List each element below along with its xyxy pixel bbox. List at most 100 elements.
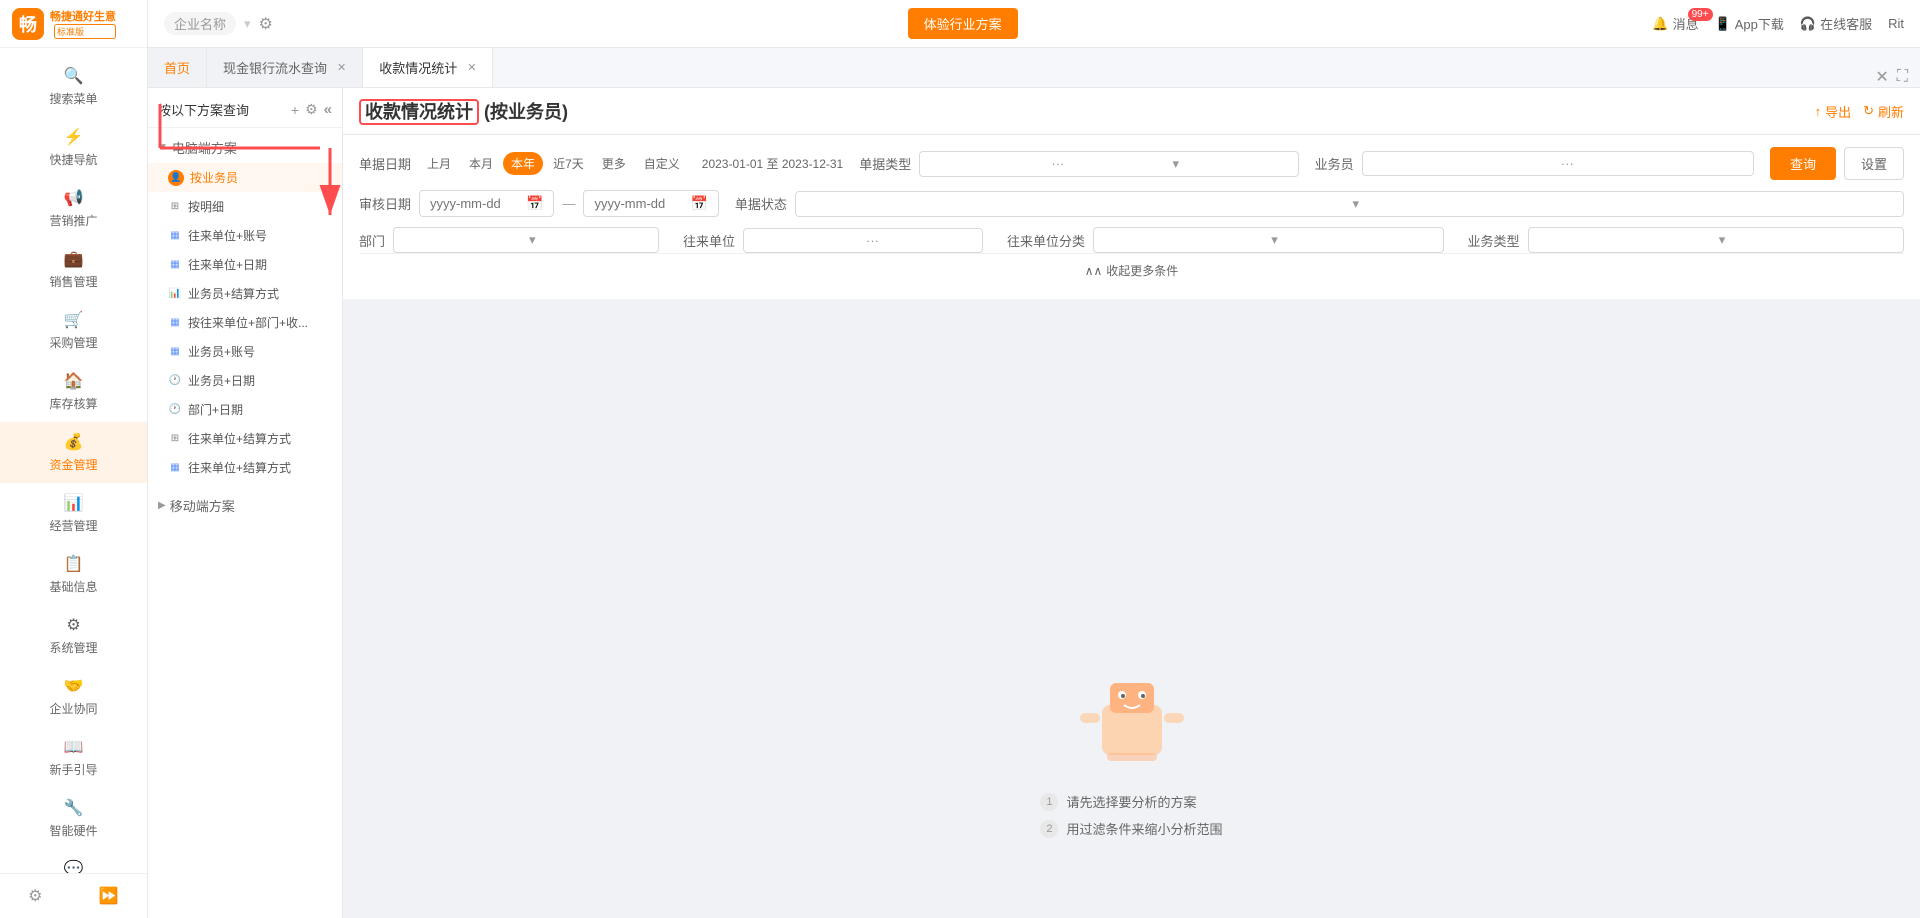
sidebar-item-sales[interactable]: 💼 销售管理 — [0, 239, 147, 300]
sidebar-item-quicknav[interactable]: ⚡ 快捷导航 — [0, 117, 147, 178]
cashflow-tab-close-icon[interactable]: ✕ — [337, 61, 346, 74]
salesperson-settle-icon: 📊 — [168, 287, 182, 301]
collection-tab-label: 收款情况统计 — [379, 58, 457, 77]
sidebar-item-basic[interactable]: 📋 基础信息 — [0, 544, 147, 605]
voucher-status-filter: 单据状态 ▾ — [735, 191, 1904, 217]
sidebar-item-label: 资金管理 — [49, 456, 97, 473]
scheme-settings-btn[interactable]: ⚙ — [305, 101, 318, 118]
date-tab-custom[interactable]: 自定义 — [636, 152, 688, 175]
salesperson-select[interactable]: ··· — [1362, 151, 1754, 176]
scheme-item-label: 按往来单位+部门+收... — [188, 314, 308, 331]
scheme-item-salesperson-settle[interactable]: 📊 业务员+结算方式 — [148, 279, 342, 308]
date-tab-lastmonth[interactable]: 上月 — [419, 152, 459, 175]
dept-filter: 部门 ▾ — [359, 227, 659, 253]
sidebar-item-guide[interactable]: 📖 新手引导 — [0, 727, 147, 788]
panel-title: 按以下方案查询 — [158, 100, 249, 119]
voucher-status-select[interactable]: ▾ — [795, 191, 1904, 217]
scheme-item-label: 按业务员 — [190, 169, 238, 186]
sidebar-item-search[interactable]: 🔍 搜索菜单 — [0, 56, 147, 117]
right-content: 收款情况统计 (按业务员) ↑ 导出 ↻ 刷新 — [343, 88, 1920, 918]
counterpart-select[interactable]: ··· — [743, 228, 983, 253]
refresh-btn[interactable]: ↻ 刷新 — [1863, 102, 1904, 121]
close-window-icon[interactable]: ✕ — [1875, 67, 1888, 87]
unit-date-icon: ▦ — [168, 258, 182, 272]
scheme-item-detail[interactable]: ⊞ 按明细 — [148, 192, 342, 221]
audit-date-to-input[interactable] — [594, 196, 684, 211]
sidebar-item-wechat[interactable]: 💬 企业微信 — [0, 849, 147, 873]
logo-text: 畅捷通好生意 — [50, 8, 116, 24]
sidebar-item-collab[interactable]: 🤝 企业协同 — [0, 666, 147, 727]
sidebar-item-system[interactable]: ⚙ 系统管理 — [0, 605, 147, 666]
scheme-item-unit-dept[interactable]: ▦ 按往来单位+部门+收... — [148, 308, 342, 337]
date-range-display: 2023-01-01 至 2023-12-31 — [702, 155, 843, 172]
sidebar-item-inventory[interactable]: 🏠 库存核算 — [0, 361, 147, 422]
sidebar-item-operations[interactable]: 📊 经营管理 — [0, 483, 147, 544]
quicknav-icon: ⚡ — [64, 127, 84, 147]
dept-select[interactable]: ▾ — [393, 227, 659, 253]
desktop-group-header[interactable]: ▼ 电脑端方案 — [148, 132, 342, 163]
date-tab-thisyear[interactable]: 本年 — [503, 152, 543, 175]
tabs-actions: ✕ ⛶ — [1863, 67, 1920, 87]
sidebar-item-label: 采购管理 — [49, 334, 97, 351]
sidebar-footer: ⚙ ⏩ — [0, 873, 147, 918]
date-tab-7days[interactable]: 近7天 — [545, 152, 592, 175]
date-tab-more[interactable]: 更多 — [594, 152, 634, 175]
tab-collection[interactable]: 收款情况统计 ✕ — [363, 48, 493, 87]
export-btn[interactable]: ↑ 导出 — [1815, 102, 1852, 121]
query-btn[interactable]: 查询 — [1770, 147, 1836, 180]
scheme-item-dept-date[interactable]: 🕐 部门+日期 — [148, 395, 342, 424]
sidebar-item-label: 经营管理 — [49, 517, 97, 534]
collection-tab-close-icon[interactable]: ✕ — [467, 61, 476, 74]
page-title-actions: ↑ 导出 ↻ 刷新 — [1815, 102, 1904, 121]
scheme-item-unit-account[interactable]: ▦ 往来单位+账号 — [148, 221, 342, 250]
headset-icon: 🎧 — [1800, 16, 1816, 32]
unit-account-icon: ▦ — [168, 229, 182, 243]
company-breadcrumb[interactable]: 企业名称 — [164, 12, 236, 35]
scheme-item-salesperson-date[interactable]: 🕐 业务员+日期 — [148, 366, 342, 395]
desktop-group-label: 电脑端方案 — [172, 138, 237, 157]
maximize-icon[interactable]: ⛶ — [1897, 68, 1908, 86]
scheme-item-unit-settle2[interactable]: ▦ 往来单位+结算方式 — [148, 453, 342, 482]
collapse-panel-btn[interactable]: « — [324, 101, 332, 118]
mobile-group-header[interactable]: ▶ 移动端方案 — [148, 490, 342, 521]
user-name[interactable]: Rit — [1888, 16, 1904, 31]
page-title-left: 收款情况统计 (按业务员) — [359, 98, 568, 124]
scheme-item-salesperson[interactable]: 👤 按业务员 — [148, 163, 342, 192]
audit-date-from-input[interactable] — [430, 196, 520, 211]
voucher-type-filter: 单据类型 ··· ▾ — [859, 151, 1298, 177]
tab-cashflow[interactable]: 现金银行流水查询 ✕ — [207, 48, 363, 87]
tab-home[interactable]: 首页 — [148, 48, 207, 87]
hint-text-2: 用过滤条件来缩小分析范围 — [1066, 819, 1222, 838]
counterpart-cat-select[interactable]: ▾ — [1093, 227, 1443, 253]
hardware-icon: 🔧 — [64, 798, 84, 818]
unit-settle1-icon: ⊞ — [168, 432, 182, 446]
scheme-item-label: 业务员+日期 — [188, 372, 255, 389]
collapse-filter-bar[interactable]: ∧∧ 收起更多条件 — [359, 253, 1904, 287]
messages-btn[interactable]: 🔔 消息 99+ — [1652, 14, 1698, 33]
marketing-icon: 📢 — [64, 188, 84, 208]
sidebar-item-hardware[interactable]: 🔧 智能硬件 — [0, 788, 147, 849]
sidebar-item-marketing[interactable]: 📢 营销推广 — [0, 178, 147, 239]
sidebar-item-finance[interactable]: 💰 资金管理 — [0, 422, 147, 483]
add-scheme-btn[interactable]: + — [291, 102, 299, 118]
detail-scheme-icon: ⊞ — [168, 200, 182, 214]
sidebar-item-purchase[interactable]: 🛒 采购管理 — [0, 300, 147, 361]
audit-date-from[interactable]: 📅 — [419, 190, 554, 217]
settings-footer-btn[interactable]: ⚙ — [28, 886, 42, 906]
calendar-from-icon: 📅 — [526, 195, 543, 212]
scheme-item-salesperson-account[interactable]: ▦ 业务员+账号 — [148, 337, 342, 366]
app-download-btn[interactable]: 📱 App下载 — [1715, 14, 1784, 33]
scheme-item-unit-settle1[interactable]: ⊞ 往来单位+结算方式 — [148, 424, 342, 453]
trial-btn[interactable]: 体验行业方案 — [908, 8, 1018, 39]
setting-btn[interactable]: 设置 — [1844, 147, 1904, 180]
collapse-sidebar-btn[interactable]: ⏩ — [99, 886, 119, 906]
date-tab-thismonth[interactable]: 本月 — [461, 152, 501, 175]
audit-date-to[interactable]: 📅 — [583, 190, 718, 217]
panel-actions: + ⚙ « — [291, 101, 332, 118]
business-type-label: 业务类型 — [1468, 231, 1520, 250]
scheme-item-unit-date[interactable]: ▦ 往来单位+日期 — [148, 250, 342, 279]
settings-gear-icon[interactable]: ⚙ — [259, 14, 273, 34]
business-type-select[interactable]: ▾ — [1528, 227, 1904, 253]
voucher-type-select[interactable]: ··· ▾ — [919, 151, 1298, 177]
online-service-btn[interactable]: 🎧 在线客服 — [1800, 14, 1872, 33]
